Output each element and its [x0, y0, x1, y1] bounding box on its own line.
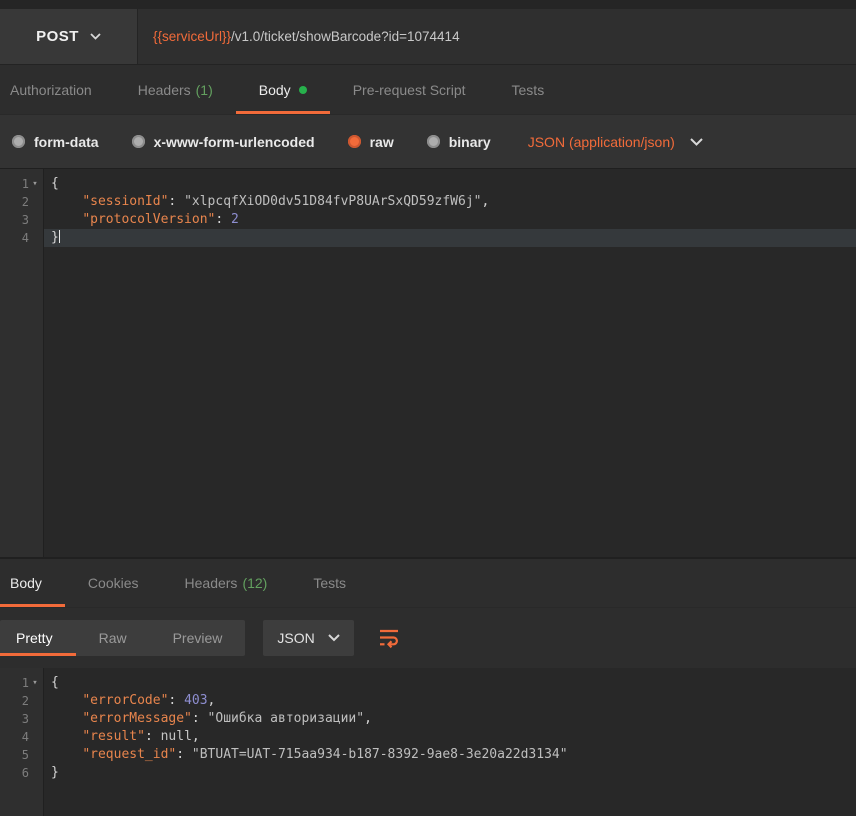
radio-icon [347, 135, 361, 148]
fold-caret-icon[interactable]: ▾ [29, 175, 41, 193]
radio-icon [131, 135, 145, 148]
request-body-editor[interactable]: 1 ▾ 2 3 4 { "sessionId": "xlpcqfXiOD0dv51D84… [0, 169, 856, 557]
request-tab-count: (1) [195, 81, 213, 98]
body-content-dot-icon [298, 85, 307, 94]
response-tabs: Body Cookies Headers (12) Tests [0, 559, 856, 608]
line-number: 1 ▾ [0, 175, 43, 193]
url-variable: {{serviceUrl}} [153, 29, 232, 44]
body-mode-x-www-form-urlencoded[interactable]: x-www-form-urlencoded [131, 133, 315, 150]
request-tab-body[interactable]: Body [236, 65, 330, 114]
body-mode-label: binary [448, 133, 491, 150]
line-number: 3 [21, 712, 29, 726]
line-number: 3 [21, 213, 29, 227]
window-top-strip [0, 0, 856, 9]
line-number: 1 ▾ [0, 674, 43, 692]
code-line: "result": null, [82, 729, 200, 744]
view-mode-preview[interactable]: Preview [150, 620, 246, 656]
body-mode-binary[interactable]: binary [426, 133, 491, 150]
code-line: } [44, 229, 856, 247]
chevron-down-icon [328, 634, 340, 642]
view-mode-pretty[interactable]: Pretty [0, 620, 76, 656]
response-tab-count: (12) [242, 575, 268, 591]
radio-icon [12, 135, 25, 148]
radio-icon [426, 135, 440, 148]
code-line: "request_id": "BTUAT=UAT-715aa934-b187-8… [82, 747, 568, 762]
url-path: /v1.0/ticket/showBarcode?id=1074414 [231, 29, 460, 44]
response-tab-label: Headers [184, 575, 238, 591]
body-mode-label: x-www-form-urlencoded [153, 133, 315, 150]
request-tab-label: Body [258, 81, 291, 98]
request-tab-tests[interactable]: Tests [489, 65, 568, 114]
response-format-dropdown[interactable]: JSON [263, 620, 354, 656]
body-mode-label: raw [369, 133, 394, 150]
response-editor-gutter: 1 ▾ 2 3 4 5 6 [0, 668, 44, 816]
response-tab-headers[interactable]: Headers (12) [162, 559, 291, 607]
request-editor-code: { "sessionId": "xlpcqfXiOD0dv51D84fvP8UA… [44, 169, 856, 557]
response-tab-label: Cookies [87, 575, 139, 591]
request-tab-label: Headers [137, 81, 191, 98]
code-line: { [51, 176, 59, 191]
response-toolbar: Pretty Raw Preview JSON [0, 608, 856, 668]
line-number: 6 [21, 766, 29, 780]
content-type-label: JSON (application/json) [527, 133, 675, 150]
body-mode-form-data[interactable]: form-data [12, 134, 99, 150]
line-number: 5 [21, 748, 29, 762]
line-number: 4 [21, 730, 29, 744]
line-number: 2 [21, 694, 29, 708]
body-mode-raw[interactable]: raw [347, 133, 394, 150]
postman-window: POST {{serviceUrl}}/v1.0/ticket/showBarc… [0, 0, 856, 816]
wrap-text-button[interactable] [371, 620, 407, 656]
view-mode-raw[interactable]: Raw [76, 620, 150, 656]
request-tab-headers[interactable]: Headers (1) [115, 65, 236, 114]
response-editor-code: { "errorCode": 403, "errorMessage": "Оши… [44, 668, 856, 816]
request-editor-gutter: 1 ▾ 2 3 4 [0, 169, 44, 557]
response-tab-label: Tests [313, 575, 347, 591]
response-tab-cookies[interactable]: Cookies [65, 559, 162, 607]
request-tabs: Authorization Headers (1) Body Pre-request S… [0, 65, 856, 115]
response-tab-body[interactable]: Body [0, 559, 65, 607]
code-line: "protocolVersion": 2 [82, 212, 239, 227]
response-tab-label: Body [10, 575, 42, 591]
body-mode-row: form-data x-www-form-urlencoded raw binary … [0, 115, 856, 169]
line-number: 2 [21, 195, 29, 209]
response-body-editor[interactable]: 1 ▾ 2 3 4 5 6 { "errorCode": 403, "errorMessag… [0, 668, 856, 816]
response-view-modes: Pretty Raw Preview [0, 620, 246, 656]
body-mode-options: form-data x-www-form-urlencoded raw binary [12, 134, 524, 150]
method-dropdown[interactable]: POST [0, 9, 138, 64]
fold-caret-icon[interactable]: ▾ [29, 674, 41, 692]
line-number: 4 [21, 231, 29, 245]
text-cursor [58, 230, 60, 243]
code-line: "errorCode": 403, [82, 693, 216, 708]
chevron-down-icon [690, 137, 703, 146]
body-mode-label: form-data [34, 133, 99, 150]
response-tab-tests[interactable]: Tests [290, 559, 369, 607]
method-label: POST [36, 28, 79, 45]
wrap-text-icon [379, 629, 398, 649]
url-input[interactable]: {{serviceUrl}}/v1.0/ticket/showBarcode?i… [138, 9, 856, 64]
request-tab-authorization[interactable]: Authorization [0, 65, 115, 114]
request-tab-label: Authorization [10, 81, 92, 98]
code-line: { [51, 675, 59, 690]
code-line: } [51, 765, 59, 780]
request-tab-pre-request-script[interactable]: Pre-request Script [330, 65, 489, 114]
chevron-down-icon [90, 33, 101, 40]
request-tab-label: Tests [511, 81, 545, 98]
code-line: "errorMessage": "Ошибка авторизации", [82, 711, 372, 726]
response-format-label: JSON [277, 630, 315, 646]
code-line: "sessionId": "xlpcqfXiOD0dv51D84fvP8UArS… [82, 194, 490, 209]
request-url-bar: POST {{serviceUrl}}/v1.0/ticket/showBarc… [0, 9, 856, 65]
content-type-dropdown[interactable]: JSON (application/json) [528, 134, 703, 150]
request-tab-label: Pre-request Script [352, 81, 466, 98]
